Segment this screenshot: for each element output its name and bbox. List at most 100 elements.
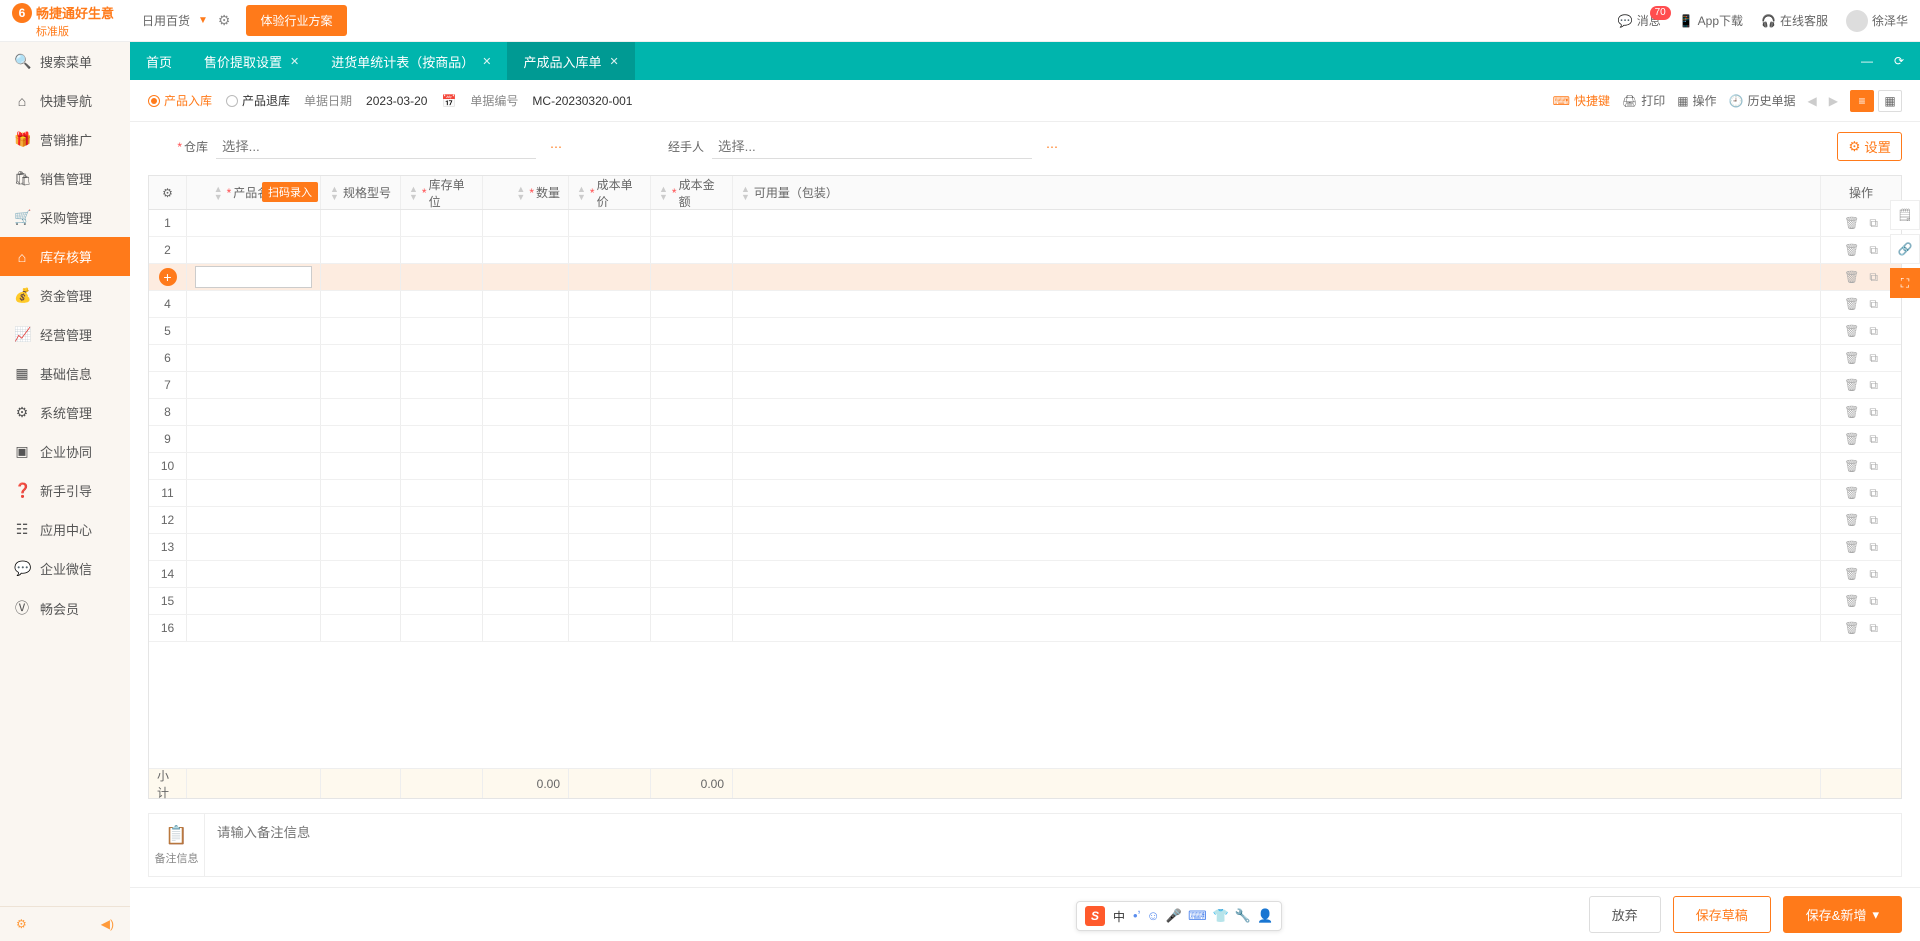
cell-price[interactable] [569, 237, 651, 263]
ime-bar[interactable]: S 中 •ʼ ☺ 🎤 ⌨ 👕 🔧 👤 [1076, 901, 1282, 931]
next-icon[interactable]: ▶ [1829, 94, 1838, 108]
cell-avail[interactable] [733, 615, 1821, 641]
cell-spec[interactable] [321, 318, 401, 344]
row-delete-icon[interactable]: 🗑 [1844, 270, 1859, 285]
cell-amt[interactable] [651, 588, 733, 614]
row-delete-icon[interactable]: 🗑 [1844, 324, 1859, 339]
cell-spec[interactable] [321, 264, 401, 290]
row-delete-icon[interactable]: 🗑 [1844, 243, 1859, 258]
remark-input[interactable] [205, 814, 1901, 876]
cell-avail[interactable] [733, 453, 1821, 479]
cell-amt[interactable] [651, 561, 733, 587]
cell-spec[interactable] [321, 399, 401, 425]
ime-keyboard-icon[interactable]: ⌨ [1188, 908, 1207, 924]
scan-entry-button[interactable]: 扫码录入 [262, 182, 318, 202]
cell-unit[interactable] [401, 318, 483, 344]
table-row[interactable]: 11🗑⧉ [149, 480, 1901, 507]
cell-avail[interactable] [733, 480, 1821, 506]
cell-name[interactable] [187, 291, 321, 317]
cell-qty[interactable] [483, 588, 569, 614]
table-row[interactable]: 14🗑⧉ [149, 561, 1901, 588]
cell-spec[interactable] [321, 480, 401, 506]
cell-price[interactable] [569, 534, 651, 560]
cell-spec[interactable] [321, 453, 401, 479]
cell-price[interactable] [569, 561, 651, 587]
try-industry-button[interactable]: 体验行业方案 [246, 5, 346, 36]
cell-spec[interactable] [321, 507, 401, 533]
cell-avail[interactable] [733, 399, 1821, 425]
tab-close-icon[interactable]: ✕ [290, 55, 299, 68]
sidebar-item[interactable]: ▣企业协同 [0, 432, 130, 471]
app-download-button[interactable]: 📱 App下载 [1679, 12, 1743, 29]
shortcut-button[interactable]: ⌨ 快捷键 [1553, 92, 1610, 109]
cell-name[interactable] [187, 318, 321, 344]
cell-avail[interactable] [733, 237, 1821, 263]
tab-close-icon[interactable]: ✕ [610, 55, 619, 68]
handler-more-icon[interactable]: ⋯ [1040, 140, 1064, 154]
table-row[interactable]: 12🗑⧉ [149, 507, 1901, 534]
handler-input[interactable] [712, 135, 1032, 159]
cell-qty[interactable] [483, 345, 569, 371]
row-copy-icon[interactable]: ⧉ [1869, 351, 1878, 366]
calendar-icon[interactable]: 📅 [441, 94, 456, 108]
ime-tool-icon[interactable]: 🔧 [1235, 908, 1251, 924]
sidebar-item[interactable]: ⚙系统管理 [0, 393, 130, 432]
row-delete-icon[interactable]: 🗑 [1844, 540, 1859, 555]
cell-unit[interactable] [401, 534, 483, 560]
cell-name[interactable] [187, 399, 321, 425]
cell-avail[interactable] [733, 210, 1821, 236]
cell-spec[interactable] [321, 372, 401, 398]
cell-unit[interactable] [401, 399, 483, 425]
cell-amt[interactable] [651, 507, 733, 533]
sidebar-item[interactable]: 🎁营销推广 [0, 120, 130, 159]
cell-amt[interactable] [651, 426, 733, 452]
sidebar-item[interactable]: 💰资金管理 [0, 276, 130, 315]
cell-unit[interactable] [401, 507, 483, 533]
cell-unit[interactable] [401, 588, 483, 614]
col-qty[interactable]: ▲▼ *数量 [483, 176, 569, 209]
cell-qty[interactable] [483, 507, 569, 533]
col-unit[interactable]: ▲▼ *库存单位 [401, 176, 483, 209]
ime-mic-icon[interactable]: 🎤 [1166, 908, 1182, 924]
sidebar-item[interactable]: 📈经营管理 [0, 315, 130, 354]
print-button[interactable]: 🖨 打印 [1622, 92, 1665, 109]
col-price[interactable]: ▲▼ *成本单价 [569, 176, 651, 209]
row-delete-icon[interactable]: 🗑 [1844, 459, 1859, 474]
col-config[interactable]: ⚙ [149, 176, 187, 209]
cell-amt[interactable] [651, 615, 733, 641]
sidebar-item[interactable]: ❓新手引导 [0, 471, 130, 510]
cell-unit[interactable] [401, 264, 483, 290]
cell-amt[interactable] [651, 372, 733, 398]
row-delete-icon[interactable]: 🗑 [1844, 351, 1859, 366]
sidebar-item[interactable]: ▦基础信息 [0, 354, 130, 393]
cell-unit[interactable] [401, 210, 483, 236]
row-copy-icon[interactable]: ⧉ [1869, 297, 1878, 312]
cell-avail[interactable] [733, 561, 1821, 587]
row-copy-icon[interactable]: ⧉ [1869, 567, 1878, 582]
cell-amt[interactable] [651, 264, 733, 290]
cell-qty[interactable] [483, 318, 569, 344]
table-row[interactable]: +🗑⧉ [149, 264, 1901, 291]
table-settings-button[interactable]: ⚙ 设置 [1837, 132, 1902, 161]
cell-avail[interactable] [733, 588, 1821, 614]
table-row[interactable]: 7🗑⧉ [149, 372, 1901, 399]
cell-spec[interactable] [321, 561, 401, 587]
cell-amt[interactable] [651, 237, 733, 263]
table-row[interactable]: 4🗑⧉ [149, 291, 1901, 318]
sidebar-item[interactable]: ☷应用中心 [0, 510, 130, 549]
row-delete-icon[interactable]: 🗑 [1844, 405, 1859, 420]
cell-spec[interactable] [321, 210, 401, 236]
cell-price[interactable] [569, 345, 651, 371]
table-row[interactable]: 5🗑⧉ [149, 318, 1901, 345]
cell-qty[interactable] [483, 291, 569, 317]
cell-price[interactable] [569, 399, 651, 425]
row-delete-icon[interactable]: 🗑 [1844, 378, 1859, 393]
cell-amt[interactable] [651, 534, 733, 560]
table-row[interactable]: 2🗑⧉ [149, 237, 1901, 264]
prev-icon[interactable]: ◀ [1808, 94, 1817, 108]
row-copy-icon[interactable]: ⧉ [1869, 270, 1878, 285]
view-list-button[interactable]: ≡ [1850, 90, 1874, 112]
cell-unit[interactable] [401, 372, 483, 398]
cell-price[interactable] [569, 507, 651, 533]
table-row[interactable]: 15🗑⧉ [149, 588, 1901, 615]
